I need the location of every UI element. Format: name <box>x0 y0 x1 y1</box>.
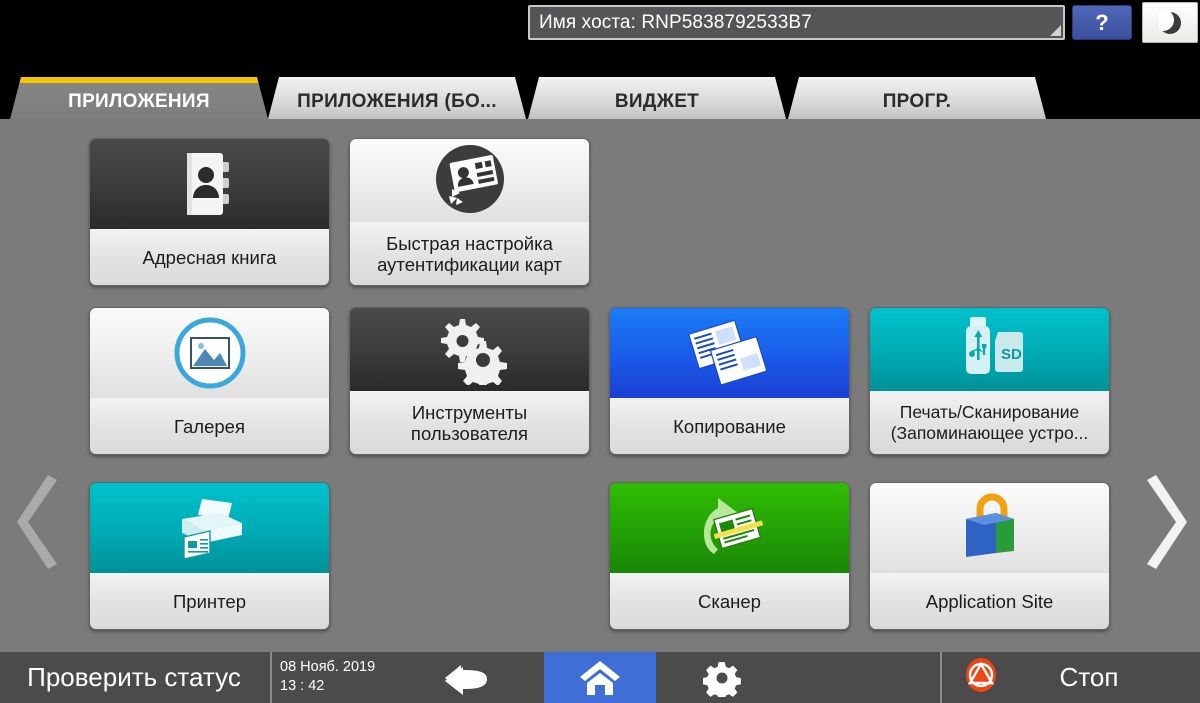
previous-page-button[interactable] <box>12 474 68 570</box>
scanner-arrow-icon <box>703 498 763 554</box>
tile-label: Копирование <box>610 398 849 454</box>
help-label: ? <box>1095 9 1109 35</box>
help-button[interactable]: ? <box>1072 5 1132 40</box>
tile-address-book[interactable]: Адресная книга <box>89 138 330 286</box>
host-name-label: Имя хоста: RNP5838792533B7 <box>539 11 812 33</box>
tile-icon-area <box>350 308 589 391</box>
tile-icon-area <box>610 483 849 573</box>
gallery-photo-icon <box>174 317 245 389</box>
tile-label: Принтер <box>90 573 329 629</box>
tile-label: Галерея <box>90 398 329 454</box>
address-book-icon <box>186 153 229 215</box>
tab-widget[interactable]: ВИДЖЕТ <box>528 77 786 119</box>
id-card-settings-icon <box>435 144 504 213</box>
stop-icon <box>962 656 1000 699</box>
date-label: 08 Нояб. 2019 <box>280 659 376 675</box>
settings-button[interactable] <box>657 652 787 703</box>
check-status-button[interactable]: Проверить статус <box>0 652 268 703</box>
home-screen-main: Адресная книга Быстрая настройка аутенти… <box>0 119 1200 652</box>
copy-documents-icon <box>687 319 768 386</box>
gear-icon <box>703 661 741 697</box>
tile-scanner[interactable]: Сканер <box>609 482 850 630</box>
tile-icon-area <box>610 308 849 398</box>
chevron-left-icon <box>17 475 57 569</box>
tile-label: Печать/Сканирование (Запоминающее устро.… <box>870 391 1109 454</box>
tile-icon-area <box>90 139 329 229</box>
tab-label: ПРОГР. <box>882 91 952 112</box>
tile-label: Инструменты пользователя <box>350 391 589 454</box>
tile-icon-area <box>90 308 329 398</box>
tile-label: Быстрая настройка аутентификации карт <box>350 222 589 285</box>
tab-bar: ПРИЛОЖЕНИЯ ПРИЛОЖЕНИЯ (БО... ВИДЖЕТ ПРОГ… <box>0 45 1200 119</box>
stop-button[interactable]: Стоп <box>940 652 1200 703</box>
printer-icon <box>181 499 242 560</box>
shopping-bag-icon <box>965 493 1014 557</box>
tile-card-auth-quick-setup[interactable]: Быстрая настройка аутентификации карт <box>349 138 590 286</box>
gears-icon <box>440 318 507 385</box>
tab-applications[interactable]: ПРИЛОЖЕНИЯ <box>10 77 268 119</box>
tab-label: ВИДЖЕТ <box>614 91 700 112</box>
tile-gallery[interactable]: Галерея <box>89 307 330 455</box>
printer-panel-screen: Имя хоста: RNP5838792533B7 ? ПРИЛОЖЕНИЯ … <box>0 0 1200 703</box>
moon-icon <box>1159 11 1181 34</box>
tile-user-tools[interactable]: Инструменты пользователя <box>349 307 590 455</box>
usb-sd-icon: SD <box>965 316 1023 374</box>
host-name-field[interactable]: Имя хоста: RNP5838792533B7 <box>528 5 1065 40</box>
tile-label: Application Site <box>870 573 1109 629</box>
tile-print-scan-storage[interactable]: SD Печать/Сканирование (Запоминающее уст… <box>869 307 1110 455</box>
tile-label: Адресная книга <box>90 229 329 285</box>
sleep-mode-button[interactable] <box>1142 2 1198 43</box>
tab-label: ПРИЛОЖЕНИЯ <box>68 91 210 112</box>
tab-applications-more[interactable]: ПРИЛОЖЕНИЯ (БО... <box>268 77 526 119</box>
tile-copy[interactable]: Копирование <box>609 307 850 455</box>
resize-corner-icon <box>1050 25 1061 36</box>
bottom-bar: Проверить статус 08 Нояб. 2019 13 : 42 С… <box>0 652 1200 703</box>
tile-printer[interactable]: Принтер <box>89 482 330 630</box>
home-button[interactable] <box>544 652 656 703</box>
svg-text:SD: SD <box>1001 346 1022 363</box>
tile-icon-area <box>870 483 1109 573</box>
tile-icon-area <box>90 483 329 573</box>
top-bar: Имя хоста: RNP5838792533B7 ? <box>0 0 1200 45</box>
tile-icon-area: SD <box>870 308 1109 391</box>
home-icon <box>580 660 620 695</box>
tile-icon-area <box>350 139 589 222</box>
date-time-display: 08 Нояб. 2019 13 : 42 <box>270 652 394 703</box>
tile-label: Сканер <box>610 573 849 629</box>
time-label: 13 : 42 <box>280 678 325 694</box>
back-button[interactable] <box>396 652 542 703</box>
tile-application-site[interactable]: Application Site <box>869 482 1110 630</box>
back-arrow-icon <box>445 662 487 695</box>
stop-label: Стоп <box>1059 662 1119 692</box>
next-page-button[interactable] <box>1136 474 1192 570</box>
check-status-label: Проверить статус <box>27 662 241 692</box>
chevron-right-icon <box>1147 475 1187 569</box>
tab-programs[interactable]: ПРОГР. <box>788 77 1046 119</box>
tab-label: ПРИЛОЖЕНИЯ (БО... <box>297 91 497 112</box>
